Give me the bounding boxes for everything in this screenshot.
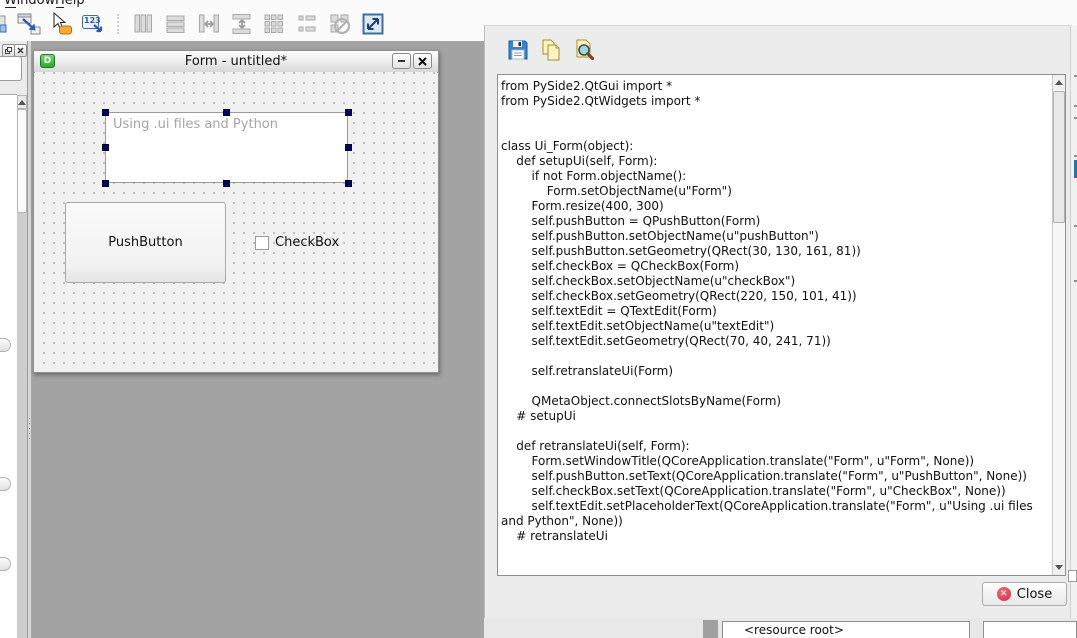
- lay-out-vertically-icon: [164, 12, 188, 36]
- copy-icon: [539, 38, 563, 62]
- resource-root-item[interactable]: <resource root>: [744, 623, 844, 637]
- widget-filter-input[interactable]: [0, 56, 22, 81]
- break-layout-icon: [328, 12, 352, 36]
- save-icon: [506, 38, 530, 62]
- form-minimize-button[interactable]: [392, 53, 411, 69]
- arrow-up-icon: [18, 100, 26, 105]
- lay-out-horizontally-icon: [131, 12, 155, 36]
- close-icon: [418, 57, 427, 66]
- selection-handle-bottom-middle[interactable]: [223, 180, 230, 187]
- lay-out-in-form-layout-icon: [295, 12, 319, 36]
- lay-out-horizontally-in-splitter-button[interactable]: [196, 11, 222, 37]
- qt-designer-window: Window Help: [0, 0, 1077, 638]
- view-code-dialog: from PySide2.QtGui import * from PySide2…: [484, 25, 1077, 618]
- form-window-title: Form - untitled*: [34, 54, 438, 69]
- minimize-icon: [398, 60, 405, 62]
- pushbutton-label: PushButton: [108, 235, 182, 250]
- selection-handle-top-right[interactable]: [345, 109, 352, 116]
- clipped-icon: [0, 13, 8, 35]
- checkbox-widget[interactable]: CheckBox: [255, 222, 356, 263]
- edit-signals-slots-button[interactable]: [16, 11, 42, 37]
- arrow-down-icon: [1055, 565, 1063, 570]
- scrollbar-thumb[interactable]: [1053, 91, 1065, 223]
- selection-handle-top-middle[interactable]: [223, 109, 230, 116]
- selection-handle-bottom-left[interactable]: [102, 180, 109, 187]
- resource-tree-panel[interactable]: <resource root>: [722, 621, 970, 638]
- close-button-label: Close: [1017, 587, 1052, 602]
- scroll-down-button[interactable]: [1053, 560, 1065, 575]
- arrow-up-icon: [1055, 80, 1063, 85]
- pushbutton-widget[interactable]: PushButton: [65, 202, 226, 283]
- lay-out-in-grid-button[interactable]: [261, 11, 287, 37]
- panel-splitter-handle[interactable]: [28, 41, 31, 638]
- save-button[interactable]: [505, 37, 531, 63]
- selection-handle-middle-right[interactable]: [345, 144, 352, 151]
- selection-handle-bottom-right[interactable]: [345, 180, 352, 187]
- print-preview-button[interactable]: [571, 37, 597, 63]
- edit-tab-order-button[interactable]: 123: [80, 11, 106, 37]
- lay-out-in-form-layout-button[interactable]: [294, 11, 320, 37]
- scroll-up-button[interactable]: [1053, 75, 1065, 90]
- menu-window-accel-underline: [5, 7, 16, 8]
- scrollbar-thumb[interactable]: [17, 109, 27, 213]
- textedit-placeholder: Using .ui files and Python: [113, 117, 278, 132]
- copy-button[interactable]: [538, 37, 564, 63]
- close-red-icon: ✕: [997, 587, 1011, 601]
- lay-out-in-grid-icon: [262, 12, 286, 36]
- adjust-size-button[interactable]: [360, 11, 386, 37]
- lay-out-vertically-button[interactable]: [163, 11, 189, 37]
- scroll-up-button[interactable]: [17, 95, 27, 109]
- menu-help-accel-underline: [56, 7, 64, 8]
- bottom-cutoff-windows: <resource root>: [484, 618, 1077, 638]
- edge-white-fragment: [1068, 570, 1077, 582]
- menu-bar: Window Help: [0, 0, 1077, 9]
- widget-box-scrollbar[interactable]: [17, 95, 27, 638]
- form-editor-window: D Form - untitled* Using .ui files and P…: [33, 50, 439, 373]
- edit-buddies-icon: [49, 12, 73, 36]
- textedit-widget[interactable]: Using .ui files and Python: [105, 112, 348, 183]
- lay-out-horizontally-button[interactable]: [130, 11, 156, 37]
- lay-out-vertically-in-splitter-button[interactable]: [229, 11, 255, 37]
- close-icon: [17, 47, 24, 54]
- selection-handle-middle-left[interactable]: [102, 144, 109, 151]
- float-icon: [5, 47, 12, 54]
- lay-out-horizontally-in-splitter-icon: [197, 12, 221, 36]
- selection-handle-top-left[interactable]: [102, 109, 109, 116]
- widget-box-panel: [0, 41, 28, 638]
- bottom-scrollbar-fragment[interactable]: [703, 620, 718, 638]
- code-scrollbar[interactable]: [1052, 75, 1065, 575]
- break-layout-button[interactable]: [327, 11, 353, 37]
- lay-out-vertically-in-splitter-icon: [230, 12, 254, 36]
- edit-buddies-button[interactable]: [48, 11, 74, 37]
- close-dialog-button[interactable]: ✕ Close: [982, 582, 1067, 606]
- checkbox-box[interactable]: [255, 236, 269, 250]
- edit-signals-slots-icon: [17, 12, 41, 36]
- generated-code-text[interactable]: from PySide2.QtGui import * from PySide2…: [501, 79, 1045, 573]
- tab-order-123-glyph: 123: [84, 16, 101, 25]
- print-preview-icon: [572, 38, 596, 62]
- adjust-size-icon: [361, 12, 385, 36]
- clipped-toolbar-button[interactable]: [0, 11, 10, 37]
- code-view: from PySide2.QtGui import * from PySide2…: [497, 74, 1066, 576]
- toolbar-separator: [117, 14, 121, 34]
- checkbox-label: CheckBox: [275, 235, 339, 250]
- resource-side-panel[interactable]: [983, 621, 1077, 638]
- form-close-button[interactable]: [413, 53, 432, 69]
- form-window-titlebar[interactable]: D Form - untitled*: [34, 51, 438, 73]
- right-edge-cutoff-panel: [1070, 25, 1077, 618]
